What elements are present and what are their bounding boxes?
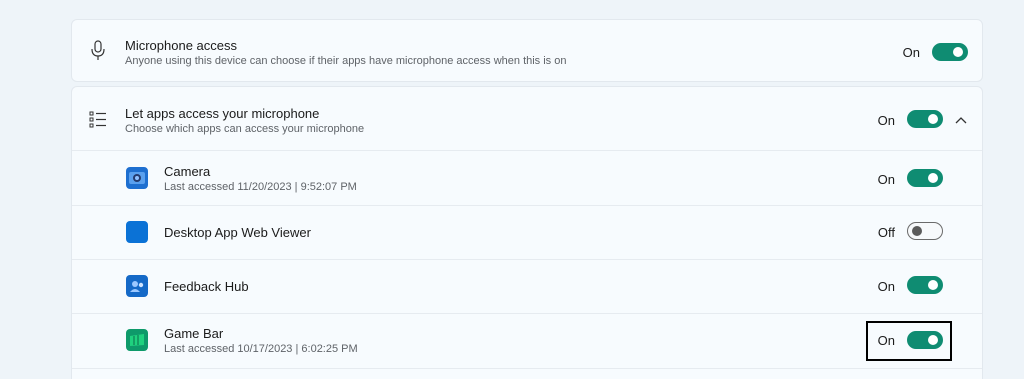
apps-access-toggle[interactable] xyxy=(907,110,943,128)
microphone-access-title: Microphone access xyxy=(125,38,237,53)
app-name-desktop-app-web-viewer: Desktop App Web Viewer xyxy=(164,225,311,240)
highlight-box xyxy=(866,321,952,361)
apps-access-state: On xyxy=(877,113,895,128)
apps-access-subtitle: Choose which apps can access your microp… xyxy=(125,123,365,135)
toggle-knob xyxy=(953,47,963,57)
divider xyxy=(72,368,982,369)
microphone-access-subtitle: Anyone using this device can choose if t… xyxy=(125,55,567,67)
toggle-knob xyxy=(912,226,922,236)
apps-access-card: Let apps access your microphone Choose w… xyxy=(71,86,983,379)
apps-access-header[interactable]: Let apps access your microphone Choose w… xyxy=(72,87,982,150)
app-detail-game-bar: Last accessed 10/17/2023 | 6:02:25 PM xyxy=(164,343,358,355)
desktop-app-web-viewer-toggle[interactable] xyxy=(907,222,943,240)
apps-access-title: Let apps access your microphone xyxy=(125,106,320,121)
chevron-up-icon[interactable] xyxy=(955,113,967,131)
camera-app-icon xyxy=(126,167,148,189)
web-viewer-app-icon xyxy=(126,221,148,243)
app-row-desktop-app-web-viewer: Desktop App Web Viewer Off xyxy=(72,206,982,259)
toggle-knob xyxy=(928,280,938,290)
privacy-microphone-page: Microphone access Anyone using this devi… xyxy=(0,0,1024,379)
list-icon xyxy=(89,110,107,133)
app-name-game-bar: Game Bar xyxy=(164,326,224,341)
camera-toggle[interactable] xyxy=(907,169,943,187)
game-bar-app-icon xyxy=(126,329,148,351)
app-name-camera: Camera xyxy=(164,164,211,179)
app-state-feedback-hub: On xyxy=(877,279,895,294)
app-name-feedback-hub: Feedback Hub xyxy=(164,279,249,294)
microphone-access-card: Microphone access Anyone using this devi… xyxy=(71,19,983,82)
app-row-feedback-hub: Feedback Hub On xyxy=(72,260,982,313)
app-row-camera: Camera Last accessed 11/20/2023 | 9:52:0… xyxy=(72,151,982,205)
toggle-knob xyxy=(928,114,938,124)
app-detail-camera: Last accessed 11/20/2023 | 9:52:07 PM xyxy=(164,181,357,193)
app-state-camera: On xyxy=(877,172,895,187)
feedback-hub-app-icon xyxy=(126,275,148,297)
feedback-hub-toggle[interactable] xyxy=(907,276,943,294)
microphone-icon xyxy=(90,40,106,67)
microphone-access-toggle[interactable] xyxy=(932,43,968,61)
toggle-knob xyxy=(928,173,938,183)
microphone-access-state: On xyxy=(902,45,920,60)
app-state-desktop-app-web-viewer: Off xyxy=(877,225,895,240)
app-row-game-bar: Game Bar Last accessed 10/17/2023 | 6:02… xyxy=(72,314,982,368)
